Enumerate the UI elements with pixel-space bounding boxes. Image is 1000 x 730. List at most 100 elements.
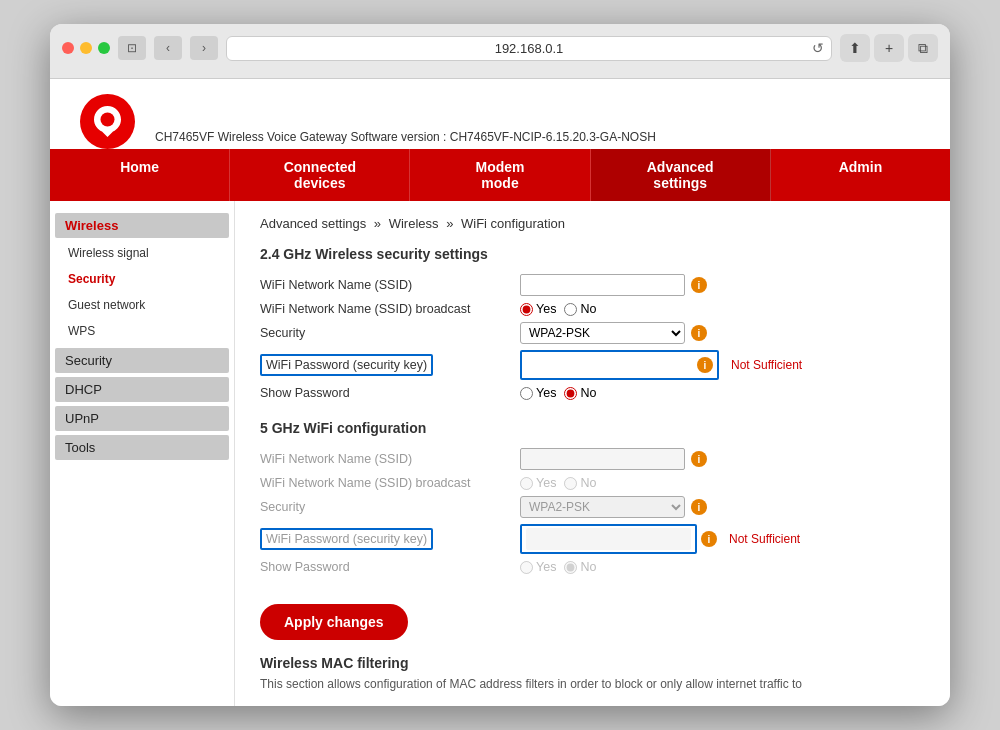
ssid-broadcast-yes-text: Yes (536, 302, 556, 316)
sidebar-item-wps[interactable]: WPS (50, 318, 234, 344)
password-5-info-icon: i (701, 531, 717, 547)
password-24-row: WiFi Password (security key) i Not Suffi… (260, 350, 925, 380)
sidebar-section-upnp: UPnP (50, 406, 234, 431)
nav-home[interactable]: Home (50, 149, 230, 201)
ssid-broadcast-yes-label[interactable]: Yes (520, 302, 556, 316)
security-5-value: WPA2-PSK WPA-PSK WEP None i (520, 496, 707, 518)
sidebar-item-tools[interactable]: Tools (55, 435, 229, 460)
sidebar-item-security[interactable]: Security (50, 266, 234, 292)
ssid-broadcast-no-radio[interactable] (564, 303, 577, 316)
nav-modem-mode[interactable]: Modemmode (410, 149, 590, 201)
nav-advanced-settings[interactable]: Advancedsettings (591, 149, 771, 201)
show-password-24-value: Yes No (520, 386, 596, 400)
minimize-button[interactable] (80, 42, 92, 54)
show-password-5-value: Yes No (520, 560, 596, 574)
sidebar-item-upnp[interactable]: UPnP (55, 406, 229, 431)
password-24-info-icon: i (697, 357, 713, 373)
reload-icon[interactable]: ↺ (812, 40, 824, 56)
nav-admin[interactable]: Admin (771, 149, 950, 201)
section-24ghz-title: 2.4 GHz Wireless security settings (260, 246, 925, 262)
sidebar-item-guest-network[interactable]: Guest network (50, 292, 234, 318)
tabs-button[interactable]: ⧉ (908, 34, 938, 62)
show-password-24-row: Show Password Yes No (260, 386, 925, 400)
ssid-broadcast-5-yes-label: Yes (520, 476, 556, 490)
password-24-input-wrapper: i (520, 350, 719, 380)
mac-filtering-desc: This section allows configuration of MAC… (260, 677, 925, 691)
password-24-label-wrapper: WiFi Password (security key) (260, 354, 433, 376)
ssid-broadcast-no-label[interactable]: No (564, 302, 596, 316)
password-5-label-wrapper: WiFi Password (security key) (260, 528, 433, 550)
section-5ghz-title: 5 GHz WiFi configuration (260, 420, 925, 436)
show-password-5-no-text: No (580, 560, 596, 574)
ssid-24-value: i (520, 274, 707, 296)
close-button[interactable] (62, 42, 74, 54)
ssid-broadcast-5-yes-radio (520, 477, 533, 490)
show-password-yes-text: Yes (536, 386, 556, 400)
router-info: CH7465VF Wireless Voice Gateway Software… (155, 130, 656, 149)
show-password-5-no-label: No (564, 560, 596, 574)
content-area: Advanced settings » Wireless » WiFi conf… (235, 201, 950, 706)
security-24-select[interactable]: WPA2-PSK WPA-PSK WEP None (520, 322, 685, 344)
password-5-input[interactable] (526, 528, 691, 550)
back-button[interactable]: ‹ (154, 36, 182, 60)
show-password-5-no-radio (564, 561, 577, 574)
tab-switcher-button[interactable]: ⊡ (118, 36, 146, 60)
new-tab-button[interactable]: + (874, 34, 904, 62)
sidebar-item-security-group[interactable]: Security (55, 348, 229, 373)
show-password-5-yes-text: Yes (536, 560, 556, 574)
password-5-not-sufficient: Not Sufficient (729, 532, 800, 546)
address-bar[interactable]: 192.168.0.1 (226, 36, 832, 61)
ssid-broadcast-5-row: WiFi Network Name (SSID) broadcast Yes N… (260, 476, 925, 490)
ssid-broadcast-5-no-radio (564, 477, 577, 490)
password-24-label: WiFi Password (security key) (260, 354, 520, 376)
ssid-24-input[interactable] (520, 274, 685, 296)
password-24-input[interactable] (526, 354, 691, 376)
password-5-input-wrapper (520, 524, 697, 554)
show-password-5-row: Show Password Yes No (260, 560, 925, 574)
address-bar-wrapper: 🔒 192.168.0.1 ↺ (226, 36, 832, 61)
security-5-select[interactable]: WPA2-PSK WPA-PSK WEP None (520, 496, 685, 518)
show-password-yes-label[interactable]: Yes (520, 386, 556, 400)
security-5-info-icon: i (691, 499, 707, 515)
sidebar-item-dhcp[interactable]: DHCP (55, 377, 229, 402)
ssid-broadcast-yes-radio[interactable] (520, 303, 533, 316)
show-password-no-text: No (580, 386, 596, 400)
security-5-label: Security (260, 500, 520, 514)
password-5-row: WiFi Password (security key) i Not Suffi… (260, 524, 925, 554)
breadcrumb-sep-1: » (374, 216, 385, 231)
show-password-yes-radio[interactable] (520, 387, 533, 400)
show-password-no-radio[interactable] (564, 387, 577, 400)
forward-button[interactable]: › (190, 36, 218, 60)
sidebar-section-dhcp: DHCP (50, 377, 234, 402)
sidebar-item-wireless-signal[interactable]: Wireless signal (50, 240, 234, 266)
ssid-5-value: i (520, 448, 707, 470)
security-24-info-icon: i (691, 325, 707, 341)
password-24-label-text: WiFi Password (security key) (266, 358, 427, 372)
sidebar: Wireless Wireless signal Security Guest … (50, 201, 235, 706)
sidebar-section-wireless: Wireless Wireless signal Security Guest … (50, 213, 234, 344)
browser-window: ⊡ ‹ › 🔒 192.168.0.1 ↺ ⬆ + ⧉ CH7465VF (50, 24, 950, 706)
ssid-24-info-icon: i (691, 277, 707, 293)
svg-point-1 (101, 113, 115, 127)
ssid-5-input[interactable] (520, 448, 685, 470)
ssid-broadcast-5-no-text: No (580, 476, 596, 490)
sidebar-item-wireless[interactable]: Wireless (55, 213, 229, 238)
share-button[interactable]: ⬆ (840, 34, 870, 62)
security-24-row: Security WPA2-PSK WPA-PSK WEP None i (260, 322, 925, 344)
maximize-button[interactable] (98, 42, 110, 54)
breadcrumb-wireless[interactable]: Wireless (389, 216, 439, 231)
password-24-not-sufficient: Not Sufficient (731, 358, 802, 372)
ssid-broadcast-5-value: Yes No (520, 476, 596, 490)
sidebar-section-security: Security (50, 348, 234, 373)
vodafone-logo (80, 94, 135, 149)
page-content: CH7465VF Wireless Voice Gateway Software… (50, 79, 950, 706)
form-table-24ghz: WiFi Network Name (SSID) i WiFi Network … (260, 274, 925, 400)
breadcrumb-advanced[interactable]: Advanced settings (260, 216, 366, 231)
ssid-24-label: WiFi Network Name (SSID) (260, 278, 520, 292)
show-password-no-label[interactable]: No (564, 386, 596, 400)
ssid-5-row: WiFi Network Name (SSID) i (260, 448, 925, 470)
apply-changes-button[interactable]: Apply changes (260, 604, 408, 640)
ssid-broadcast-5-no-label: No (564, 476, 596, 490)
breadcrumb-sep-2: » (446, 216, 457, 231)
nav-connected-devices[interactable]: Connecteddevices (230, 149, 410, 201)
